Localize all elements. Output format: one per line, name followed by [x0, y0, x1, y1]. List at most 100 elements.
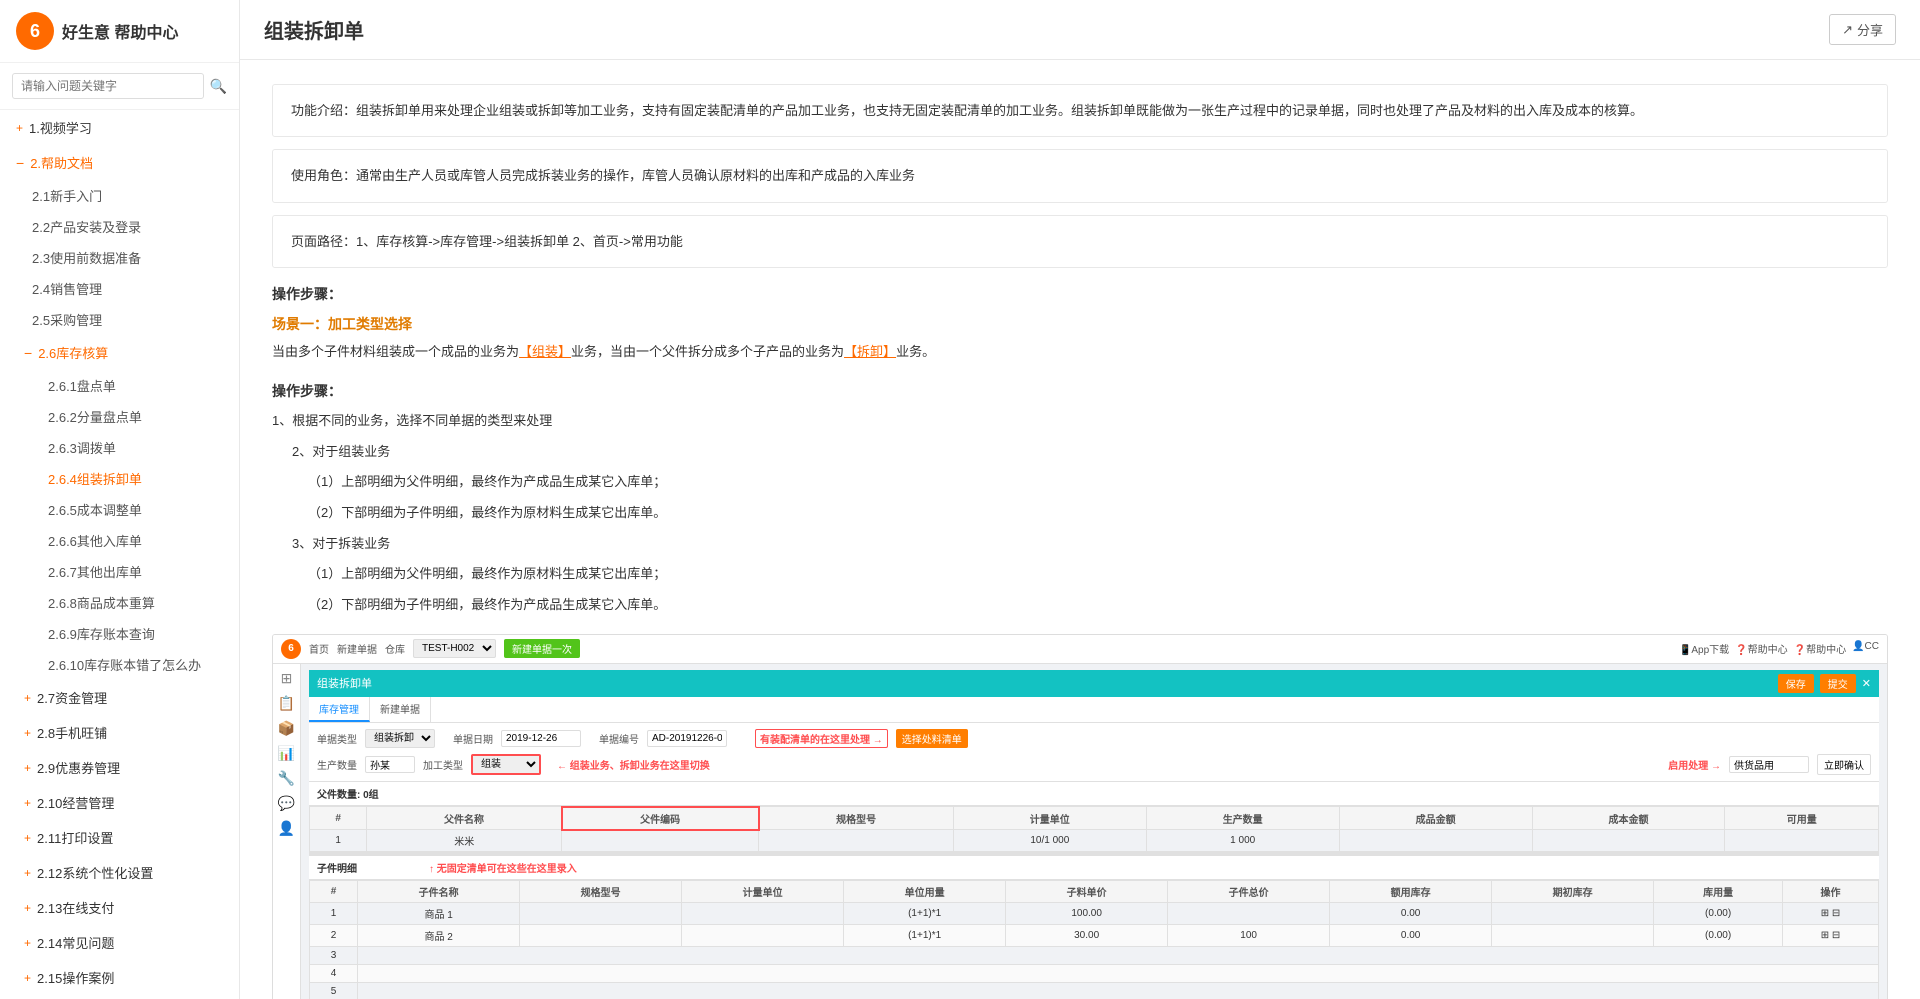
- app-form-row1: 单据类型 组装拆卸单 拆卸单 单据日期 单据编号 有装配清单: [317, 729, 1871, 748]
- annotation-nofixed-hint: ↑ 无固定清单可在这些在这里录入: [429, 860, 577, 875]
- sidebar-item-personalize[interactable]: + 2.12系统个性化设置: [0, 855, 239, 890]
- app-new-order-btn[interactable]: 新建单据一次: [504, 639, 580, 658]
- sidebar-item-purchase[interactable]: 2.5采购管理: [0, 304, 239, 335]
- app-left-nav-tool-icon[interactable]: 🔧: [278, 770, 295, 787]
- assembly-label: 【组装】: [519, 344, 571, 359]
- app-date-input[interactable]: [501, 730, 581, 747]
- sidebar-item-help-docs[interactable]: − 2.帮助文档: [0, 145, 239, 180]
- app-label-docno: 单据编号: [599, 731, 639, 746]
- sidebar-item-operations[interactable]: + 2.10经营管理: [0, 785, 239, 820]
- sidebar-item-payment[interactable]: + 2.13在线支付: [0, 890, 239, 925]
- cell-no: 1: [310, 903, 358, 925]
- app-teal-actions: 保存 提交 ✕: [1778, 674, 1871, 693]
- app-count-input[interactable]: [365, 756, 415, 773]
- app-th-no: #: [310, 807, 367, 830]
- share-button[interactable]: ↗ 分享: [1829, 14, 1896, 45]
- app-th-child-price: 子料单价: [1006, 881, 1168, 903]
- app-process-type-select[interactable]: 组装 拆卸: [471, 754, 541, 775]
- sidebar-item-coupon[interactable]: + 2.9优惠券管理: [0, 750, 239, 785]
- app-doctype-select[interactable]: 组装拆卸单 拆卸单: [365, 729, 435, 748]
- sidebar-item-data-prep[interactable]: 2.3使用前数据准备: [0, 242, 239, 273]
- sidebar-item-label: 2.13在线支付: [37, 898, 114, 917]
- sidebar-item-stock-fix[interactable]: 2.6.10库存账本错了怎么办: [0, 649, 239, 680]
- expand-icon: +: [24, 691, 31, 705]
- sidebar-item-label: 2.10经营管理: [37, 793, 114, 812]
- sidebar-item-stock-ledger[interactable]: 2.6.9库存账本查询: [0, 618, 239, 649]
- app-left-nav-box-icon[interactable]: 📦: [278, 720, 295, 737]
- app-nav-warehouse: 仓库: [385, 641, 405, 656]
- app-docno-input[interactable]: [647, 730, 727, 747]
- app-left-nav-chart-icon[interactable]: 📊: [278, 745, 295, 762]
- sidebar-item-transfer[interactable]: 2.6.3调拨单: [0, 432, 239, 463]
- step3-1: （1）上部明细为父件明细，最终作为原材料生成某它出库单；: [272, 562, 1888, 587]
- sidebar-item-sales[interactable]: 2.4销售管理: [0, 273, 239, 304]
- cell-child-name: 商品 1: [358, 903, 520, 925]
- app-th-prod-amt: 成品金额: [1339, 807, 1532, 830]
- app-label-type: 加工类型: [423, 757, 463, 772]
- sidebar-item-finance[interactable]: + 2.7资金管理: [0, 680, 239, 715]
- sidebar-item-install[interactable]: 2.2产品安装及登录: [0, 211, 239, 242]
- app-tab-list[interactable]: 新建单据: [370, 697, 431, 722]
- content-area: 功能介绍：组装拆卸单用来处理企业组装或拆卸等加工业务，支持有固定装配清单的产品加…: [240, 60, 1920, 999]
- app-tab-new[interactable]: 库存管理: [309, 697, 370, 722]
- app-nav-neworder: 新建单据: [337, 641, 377, 656]
- annotation-bom-hint: 有装配清单的在这里处理 →: [755, 729, 888, 748]
- app-left-nav-person-icon[interactable]: 👤: [278, 820, 295, 837]
- step3-2: （2）下部明细为子件明细，最终作为产成品生成某它入库单。: [272, 593, 1888, 618]
- app-sub-tabs: 库存管理 新建单据: [309, 697, 1879, 723]
- step1: 1、根据不同的业务，选择不同单据的类型来处理: [272, 409, 1888, 434]
- sidebar-item-mobile[interactable]: + 2.8手机旺铺: [0, 715, 239, 750]
- sidebar-item-print[interactable]: + 2.11打印设置: [0, 820, 239, 855]
- sidebar-item-newcomer[interactable]: 2.1新手入门: [0, 180, 239, 211]
- sidebar-item-cost-recalc[interactable]: 2.6.8商品成本重算: [0, 587, 239, 618]
- app-left-nav-home-icon[interactable]: ⊞: [281, 670, 293, 687]
- app-teal-header: 组装拆卸单 保存 提交 ✕: [309, 670, 1879, 697]
- cell-parent-name: 米米: [367, 830, 562, 852]
- app-company-select[interactable]: TEST-H002: [413, 639, 496, 658]
- topbar: 组装拆卸单 ↗ 分享: [240, 0, 1920, 60]
- app-screenshot: 6 首页 新建单据 仓库 TEST-H002 新建单据一次 📱App下载 ❓帮助…: [273, 635, 1887, 999]
- intro-text: 功能介绍：组装拆卸单用来处理企业组装或拆卸等加工业务，支持有固定装配清单的产品加…: [291, 99, 1869, 122]
- app-left-nav-msg-icon[interactable]: 💬: [278, 795, 295, 812]
- sidebar-item-assembly[interactable]: 2.6.4组装拆卸单: [0, 463, 239, 494]
- sidebar-item-label: 2.8手机旺铺: [37, 723, 107, 742]
- app-select-bom-btn[interactable]: 选择处料清单: [896, 729, 968, 748]
- app-warehouse-input[interactable]: [1729, 756, 1809, 773]
- op-steps-label: 操作步骤：: [272, 381, 1888, 401]
- sidebar-item-other-in[interactable]: 2.6.6其他入库单: [0, 525, 239, 556]
- expand-icon: +: [24, 831, 31, 845]
- sidebar-item-partial-stocktake[interactable]: 2.6.2分量盘点单: [0, 401, 239, 432]
- search-input[interactable]: [12, 73, 204, 99]
- app-table-parent-title: 父件数量: 0组: [309, 782, 1879, 806]
- app-th-child-usage: 单位用量: [844, 881, 1006, 903]
- sidebar-item-faq[interactable]: + 2.14常见问题: [0, 925, 239, 960]
- app-th-avail: 可用量: [1725, 807, 1879, 830]
- table-row: 5: [310, 983, 1879, 999]
- app-confirm-btn[interactable]: 立即确认: [1817, 754, 1871, 775]
- sidebar-item-other-out[interactable]: 2.6.7其他出库单: [0, 556, 239, 587]
- cell-cost-amt: [1532, 830, 1725, 852]
- sidebar-item-cases[interactable]: + 2.15操作案例: [0, 960, 239, 995]
- app-screenshot-container: 6 首页 新建单据 仓库 TEST-H002 新建单据一次 📱App下载 ❓帮助…: [272, 634, 1888, 999]
- app-save-btn[interactable]: 保存: [1778, 674, 1814, 693]
- search-icon[interactable]: 🔍: [210, 78, 227, 95]
- sidebar-item-label: 2.14常见问题: [37, 933, 114, 952]
- app-th-child-no: #: [310, 881, 358, 903]
- app-th-child-unit: 计量单位: [682, 881, 844, 903]
- sidebar-item-inventory[interactable]: − 2.6库存核算: [0, 335, 239, 370]
- app-th-parent-code: 父件编码: [562, 807, 759, 830]
- app-user-icon: 👤CC: [1852, 641, 1879, 656]
- app-more-icon: ✕: [1862, 677, 1871, 690]
- step2-1: （1）上部明细为父件明细，最终作为产成品生成某它入库单；: [272, 470, 1888, 495]
- app-submit-btn[interactable]: 提交: [1820, 674, 1856, 693]
- annotation-enable-hint: 启用处理 →: [1668, 757, 1721, 772]
- disassembly-label: 【拆卸】: [844, 344, 896, 359]
- sidebar-item-cost-adj[interactable]: 2.6.5成本调整单: [0, 494, 239, 525]
- table-row: 4: [310, 965, 1879, 983]
- sidebar-item-stocktake[interactable]: 2.6.1盘点单: [0, 370, 239, 401]
- sidebar-item-label: 2.11打印设置: [37, 828, 113, 847]
- cell-unit: 10/1 000: [953, 830, 1146, 852]
- table-row: 2 商品 2 (1+1)*1 30.00 100 0.00 (0.00: [310, 925, 1879, 947]
- app-left-nav-doc-icon[interactable]: 📋: [278, 695, 295, 712]
- sidebar-item-video[interactable]: + 1.视频学习: [0, 110, 239, 145]
